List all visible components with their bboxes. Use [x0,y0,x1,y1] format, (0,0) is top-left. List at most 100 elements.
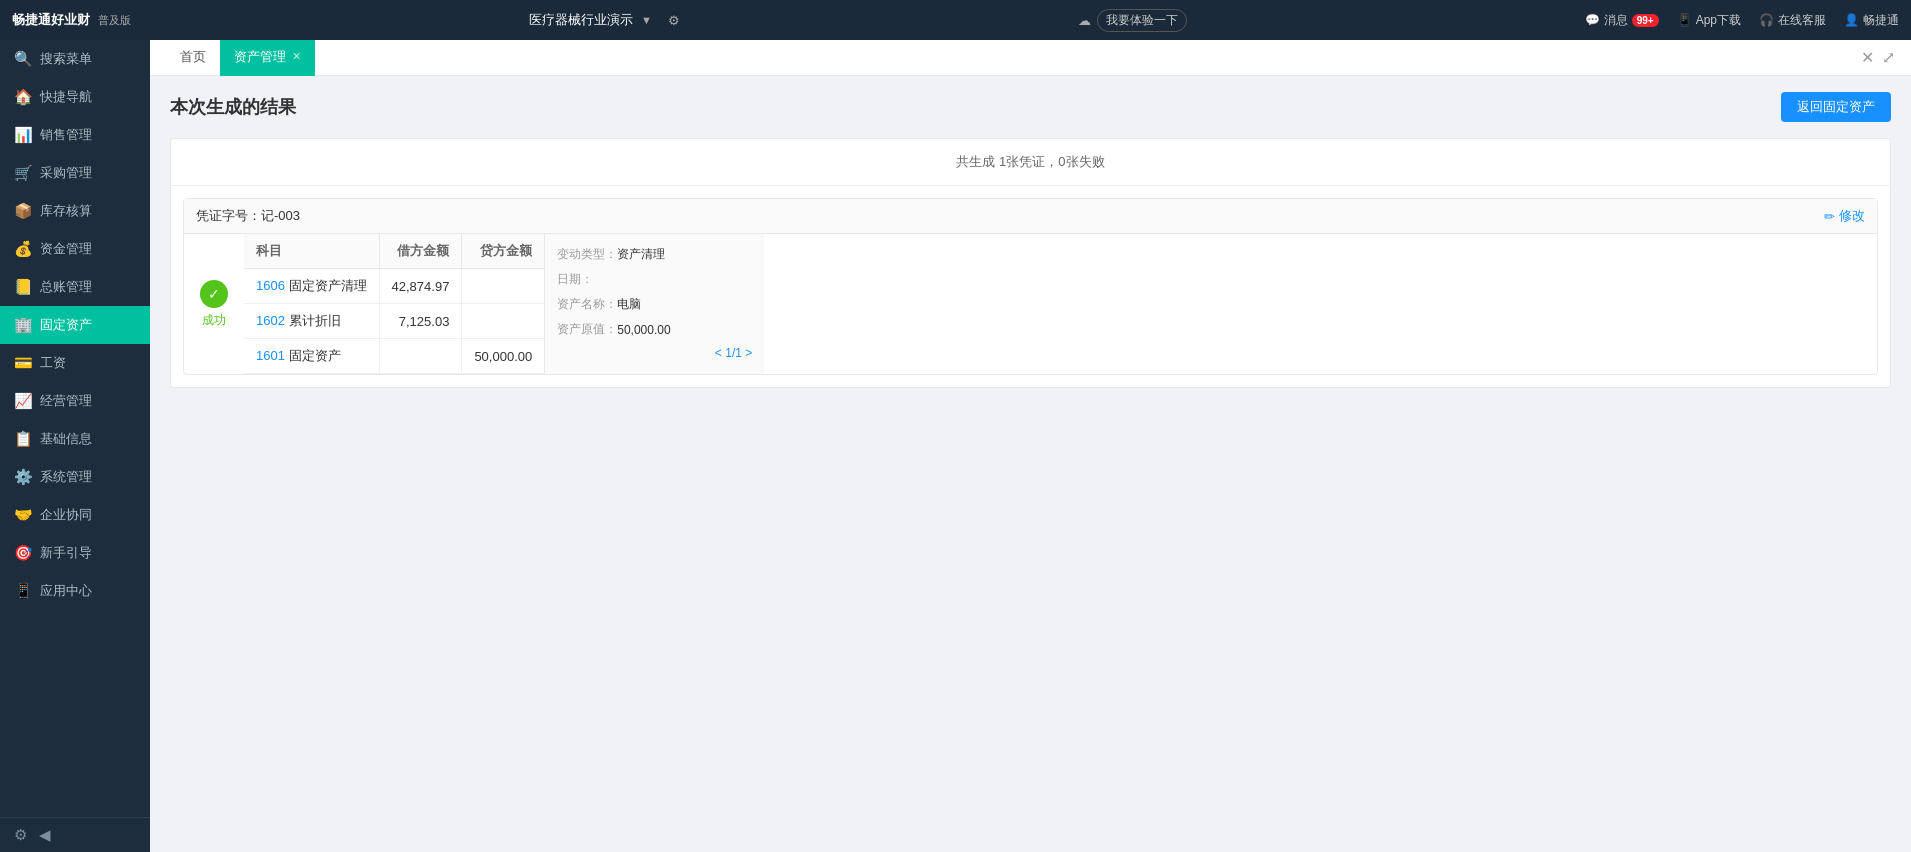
edit-voucher-button[interactable]: ✏ 修改 [1824,207,1865,225]
page-title: 本次生成的结果 [170,95,296,119]
sidebar: 🔍搜索菜单🏠快捷导航 📊 销售管理 🛒采购管理 📦 库存核算 💰资金管理 📒 总账管理 🏢固定资产… [0,40,150,852]
voucher-content: ✓ 成功 科目 借方金额 贷方金 [184,234,1877,374]
sidebar-label-ledger: 总账管理 [40,278,92,296]
message-icon: 💬 [1585,13,1600,27]
voucher-number: 凭证字号：记-003 [196,207,300,225]
enterprise-icon: 🤝 [14,506,32,524]
subject-cell-1: 1602 累计折旧 [244,304,379,339]
sidebar-label-funds: 资金管理 [40,240,92,258]
subject-name-2: 固定资产 [289,348,341,363]
app-download-action[interactable]: 📱 App下载 [1677,12,1741,29]
ledger-icon: 📒 [14,278,32,296]
credit-cell-1 [462,304,544,339]
sidebar-item-funds[interactable]: 💰资金管理 [0,230,150,268]
app-center-icon: 📱 [14,582,32,600]
sales-icon: 📊 [14,126,32,144]
sidebar-item-sales[interactable]: 📊 销售管理 [0,116,150,154]
sidebar-item-purchase[interactable]: 🛒采购管理 [0,154,150,192]
app-logo: 畅捷通好业财 [12,11,90,29]
user-name: 畅捷通 [1863,12,1899,29]
collapse-icon[interactable]: ◀ [39,826,51,844]
sidebar-item-enterprise[interactable]: 🤝 企业协同 [0,496,150,534]
basic-info-icon: 📋 [14,430,32,448]
subject-code-1[interactable]: 1602 [256,313,285,328]
prev-page-icon[interactable]: < [715,346,722,360]
subject-name-1: 累计折旧 [289,313,341,328]
guide-icon: 🎯 [14,544,32,562]
debit-cell-1: 7,125.03 [379,304,462,339]
sidebar-item-inventory[interactable]: 📦 库存核算 [0,192,150,230]
messages-action[interactable]: 💬 消息 99+ [1585,12,1659,29]
settings-icon[interactable]: ⚙ [668,13,680,28]
table-row: 1602 累计折旧 7,125.03 [244,304,544,339]
online-service-action[interactable]: 🎧 在线客服 [1759,12,1826,29]
subject-code-0[interactable]: 1606 [256,278,285,293]
content-wrapper: 首页 资产管理 ✕ ✕ ⤢ 本次生成的结果 返回固定资产 共生成 1张凭证，0张… [150,40,1911,852]
side-pagination: < 1/1 > [557,346,752,360]
change-type-value: 资产清理 [617,246,665,263]
edit-label: 修改 [1839,207,1865,225]
result-summary: 共生成 1张凭证，0张失败 [171,139,1890,186]
sidebar-item-ledger[interactable]: 📒 总账管理 [0,268,150,306]
user-action[interactable]: 👤 畅捷通 [1844,12,1899,29]
subject-code-2[interactable]: 1601 [256,348,285,363]
asset-value-label: 资产原值： [557,321,617,338]
top-header: 畅捷通好业财 普及版 医疗器械行业演示 ▼ ⚙ ☁ 我要体验一下 💬 消息 99… [0,0,1911,40]
sidebar-item-guide[interactable]: 🎯新手引导 [0,534,150,572]
feedback-area[interactable]: ☁ 我要体验一下 [1078,9,1187,32]
company-selector[interactable]: 医疗器械行业演示 ▼ ⚙ [529,11,680,29]
col-header-credit: 贷方金额 [462,234,544,269]
tab-asset-management[interactable]: 资产管理 ✕ [220,40,315,76]
header-left: 畅捷通好业财 普及版 [12,11,131,29]
table-row: 1601 固定资产 50,000.00 [244,339,544,374]
change-type-label: 变动类型： [557,246,617,263]
settings-bottom-icon[interactable]: ⚙ [14,826,27,844]
sidebar-label-management: 经营管理 [40,392,92,410]
sidebar-label-app-center: 应用中心 [40,582,92,600]
messages-badge: 99+ [1632,14,1659,27]
system-icon: ⚙️ [14,468,32,486]
sidebar-label-basic-info: 基础信息 [40,430,92,448]
voucher-table-area: ✓ 成功 科目 借方金额 贷方金 [184,234,544,374]
header-right: 💬 消息 99+ 📱 App下载 🎧 在线客服 👤 畅捷通 [1585,12,1899,29]
tab-home-label: 首页 [180,48,206,66]
sidebar-label-enterprise: 企业协同 [40,506,92,524]
voucher-block: 凭证字号：记-003 ✏ 修改 ✓ 成功 [183,198,1878,375]
asset-name-label: 资产名称： [557,296,617,313]
feedback-button[interactable]: 我要体验一下 [1097,9,1187,32]
inventory-icon: 📦 [14,202,32,220]
tab-home[interactable]: 首页 [166,40,220,76]
sidebar-label-quick-nav: 快捷导航 [40,88,92,106]
table-row: 1606 固定资产清理 42,874.97 [244,269,544,304]
sidebar-item-management[interactable]: 📈经营管理 [0,382,150,420]
sidebar-label-sales: 销售管理 [40,126,92,144]
sidebar-item-fixed-assets[interactable]: 🏢固定资产 [0,306,150,344]
side-change-type: 变动类型： 资产清理 [557,246,752,263]
sidebar-item-quick-nav[interactable]: 🏠快捷导航 [0,78,150,116]
sidebar-item-search[interactable]: 🔍搜索菜单 [0,40,150,78]
sidebar-label-system: 系统管理 [40,468,92,486]
side-asset-name: 资产名称： 电脑 [557,296,752,313]
sidebar-label-inventory: 库存核算 [40,202,92,220]
sidebar-item-basic-info[interactable]: 📋 基础信息 [0,420,150,458]
expand-button[interactable]: ⤢ [1882,48,1895,67]
return-button[interactable]: 返回固定资产 [1781,92,1891,122]
debit-cell-2 [379,339,462,374]
company-name: 医疗器械行业演示 [529,11,633,29]
sidebar-item-system[interactable]: ⚙️ 系统管理 [0,458,150,496]
tab-close-icon[interactable]: ✕ [292,50,301,63]
success-check-icon: ✓ [200,280,228,308]
close-button[interactable]: ✕ [1861,48,1874,67]
payroll-icon: 💳 [14,354,32,372]
credit-cell-0 [462,269,544,304]
side-date: 日期： [557,271,752,288]
success-label: 成功 [202,312,226,329]
voucher-header: 凭证字号：记-003 ✏ 修改 [184,199,1877,234]
next-page-icon[interactable]: > [745,346,752,360]
messages-label: 消息 [1604,12,1628,29]
result-container: 共生成 1张凭证，0张失败 凭证字号：记-003 ✏ 修改 [170,138,1891,388]
dropdown-icon: ▼ [641,14,652,26]
sidebar-item-app-center[interactable]: 📱 应用中心 [0,572,150,610]
side-asset-value: 资产原值： 50,000.00 [557,321,752,338]
sidebar-item-payroll[interactable]: 💳工资 [0,344,150,382]
